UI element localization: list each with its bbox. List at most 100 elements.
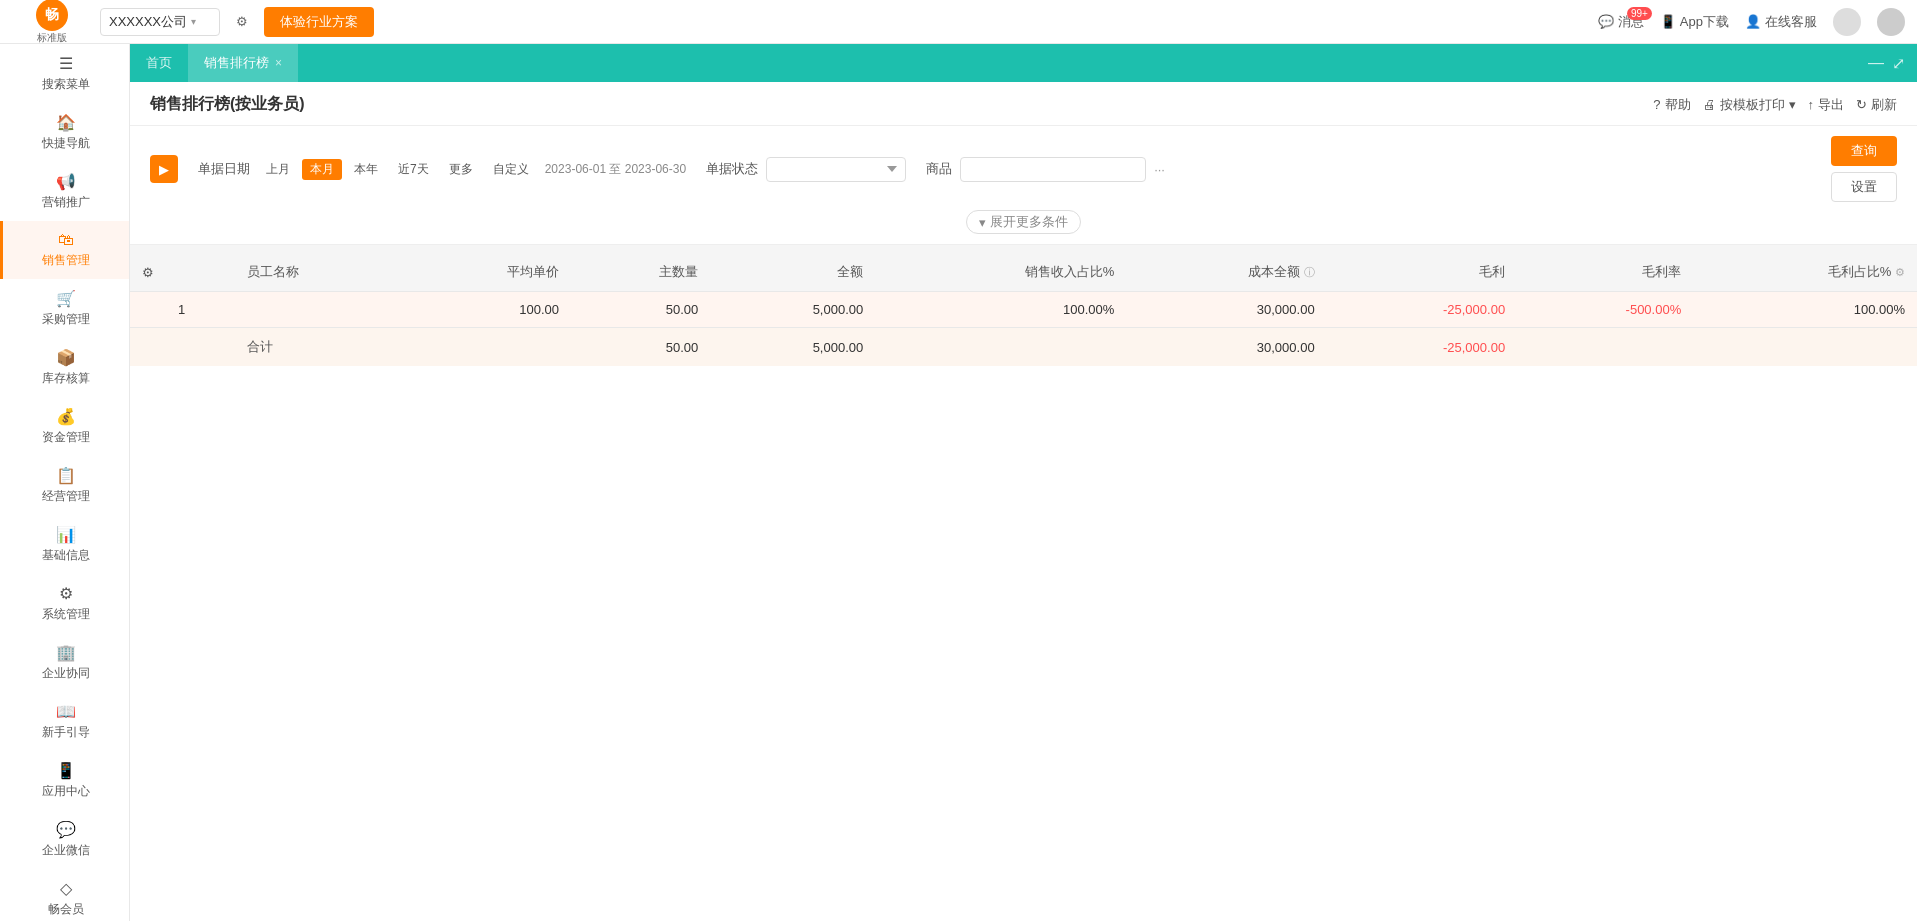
profit-pct-info-icon[interactable]: ⚙ bbox=[1895, 266, 1905, 278]
sidebar-item-sales[interactable]: 🛍 销售管理 bbox=[0, 221, 129, 279]
logo: 畅 标准版 bbox=[12, 0, 92, 45]
company-selector[interactable]: XXXXXX公司 ▾ bbox=[100, 8, 220, 36]
page-title: 销售排行榜(按业务员) bbox=[150, 94, 305, 115]
sidebar-item-label-purchase: 采购管理 bbox=[42, 311, 90, 328]
sidebar-item-finance[interactable]: 💰 资金管理 bbox=[0, 397, 129, 456]
status-select[interactable] bbox=[766, 157, 906, 182]
summary-row: 合计 50.00 5,000.00 30,000.00 -25,000.00 bbox=[130, 328, 1917, 367]
main-layout: ☰ 搜索菜单 🏠 快捷导航 📢 营销推广 🛍 销售管理 🛒 采购管理 📦 库存核… bbox=[0, 44, 1917, 921]
apps-icon: 📱 bbox=[56, 761, 76, 780]
filter-expand-arrow[interactable]: ▶ bbox=[150, 155, 178, 183]
marketing-icon: 📢 bbox=[56, 172, 76, 191]
print-button[interactable]: 🖨 按模板打印 ▾ bbox=[1703, 96, 1796, 114]
sidebar-item-member[interactable]: ◇ 畅会员 bbox=[0, 869, 129, 921]
sidebar-item-marketing[interactable]: 📢 营销推广 bbox=[0, 162, 129, 221]
cell-avg-price: 100.00 bbox=[403, 292, 571, 328]
summary-avg-price bbox=[403, 328, 571, 367]
tab-home[interactable]: 首页 bbox=[130, 44, 188, 82]
tabs-actions: — ⤢ bbox=[1868, 54, 1917, 73]
sidebar-item-basic[interactable]: 📊 基础信息 bbox=[0, 515, 129, 574]
table-section: ⚙ 员工名称 平均单价 主数量 全额 销售收入占比% 成本全额 ⓘ bbox=[130, 253, 1917, 921]
cell-amount: 5,000.00 bbox=[710, 292, 875, 328]
sidebar-item-guide[interactable]: 📖 新手引导 bbox=[0, 692, 129, 751]
date-tab-more[interactable]: 更多 bbox=[441, 159, 481, 180]
summary-label bbox=[166, 328, 235, 367]
expand-more-label: 展开更多条件 bbox=[990, 213, 1068, 231]
sidebar-item-label-finance: 资金管理 bbox=[42, 429, 90, 446]
app-icon: 📱 bbox=[1660, 14, 1676, 29]
tab-home-label: 首页 bbox=[146, 54, 172, 72]
date-tab-this-month[interactable]: 本月 bbox=[302, 159, 342, 180]
sidebar-item-purchase[interactable]: 🛒 采购管理 bbox=[0, 279, 129, 338]
cell-sales-pct: 100.00% bbox=[875, 292, 1126, 328]
app-download-button[interactable]: 📱 App下载 bbox=[1660, 13, 1729, 31]
sidebar-item-label-guide: 新手引导 bbox=[42, 724, 90, 741]
date-tab-custom[interactable]: 自定义 bbox=[485, 159, 537, 180]
avatar2[interactable] bbox=[1877, 8, 1905, 36]
tab-sales-rank[interactable]: 销售排行榜 × bbox=[188, 44, 298, 82]
summary-profit: -25,000.00 bbox=[1327, 328, 1518, 367]
sidebar-item-label-system: 系统管理 bbox=[42, 606, 90, 623]
message-button[interactable]: 💬 消息 99+ bbox=[1598, 13, 1644, 31]
tab-maximize-icon[interactable]: ⤢ bbox=[1892, 54, 1905, 73]
avatar[interactable] bbox=[1833, 8, 1861, 36]
sidebar-item-apps[interactable]: 📱 应用中心 bbox=[0, 751, 129, 810]
date-label: 单据日期 bbox=[198, 160, 250, 178]
cell-cost: 30,000.00 bbox=[1126, 292, 1326, 328]
sidebar-item-ops[interactable]: 📋 经营管理 bbox=[0, 456, 129, 515]
more-link[interactable]: ··· bbox=[1154, 162, 1165, 177]
tab-close-icon[interactable]: × bbox=[275, 56, 282, 70]
top-bar: 畅 标准版 XXXXXX公司 ▾ ⚙ 体验行业方案 💬 消息 99+ 📱 App… bbox=[0, 0, 1917, 44]
sidebar-item-label-basic: 基础信息 bbox=[42, 547, 90, 564]
sidebar-item-wechat[interactable]: 💬 企业微信 bbox=[0, 810, 129, 869]
print-label: 按模板打印 bbox=[1720, 96, 1785, 114]
date-range: 2023-06-01 至 2023-06-30 bbox=[545, 161, 686, 178]
date-tab-this-year[interactable]: 本年 bbox=[346, 159, 386, 180]
sidebar-item-system[interactable]: ⚙ 系统管理 bbox=[0, 574, 129, 633]
filter-goods-group: 商品 ··· bbox=[926, 157, 1165, 182]
export-button[interactable]: ↑ 导出 bbox=[1808, 96, 1845, 114]
date-tab-7days[interactable]: 近7天 bbox=[390, 159, 437, 180]
cost-info-icon[interactable]: ⓘ bbox=[1304, 266, 1315, 278]
summary-cost: 30,000.00 bbox=[1126, 328, 1326, 367]
help-label: 帮助 bbox=[1665, 96, 1691, 114]
th-settings: ⚙ bbox=[130, 253, 166, 292]
th-profit: 毛利 bbox=[1327, 253, 1518, 292]
try-plan-button[interactable]: 体验行业方案 bbox=[264, 7, 374, 37]
service-label: 在线客服 bbox=[1765, 13, 1817, 31]
goods-input[interactable] bbox=[960, 157, 1146, 182]
th-sales-pct: 销售收入占比% bbox=[875, 253, 1126, 292]
sidebar-item-quicknav[interactable]: 🏠 快捷导航 bbox=[0, 103, 129, 162]
tabs-bar: 首页 销售排行榜 × — ⤢ bbox=[130, 44, 1917, 82]
col-settings-icon[interactable]: ⚙ bbox=[142, 265, 154, 280]
tab-minimize-icon[interactable]: — bbox=[1868, 54, 1884, 72]
summary-name: 合计 bbox=[235, 328, 403, 367]
refresh-label: 刷新 bbox=[1871, 96, 1897, 114]
summary-profit-rate bbox=[1517, 328, 1693, 367]
message-icon: 💬 bbox=[1598, 14, 1614, 29]
expand-more-button[interactable]: ▾ 展开更多条件 bbox=[966, 210, 1081, 234]
app-label: App下载 bbox=[1680, 13, 1729, 31]
sidebar-item-inventory[interactable]: 📦 库存核算 bbox=[0, 338, 129, 397]
goods-label: 商品 bbox=[926, 160, 952, 178]
help-button[interactable]: ? 帮助 bbox=[1653, 96, 1690, 114]
sidebar-item-search[interactable]: ☰ 搜索菜单 bbox=[0, 44, 129, 103]
message-badge: 99+ bbox=[1627, 7, 1652, 20]
print-chevron-icon: ▾ bbox=[1789, 97, 1796, 112]
guide-icon: 📖 bbox=[56, 702, 76, 721]
th-amount: 全额 bbox=[710, 253, 875, 292]
sidebar-item-enterprise[interactable]: 🏢 企业协同 bbox=[0, 633, 129, 692]
top-bar-right: 💬 消息 99+ 📱 App下载 👤 在线客服 bbox=[1598, 8, 1905, 36]
date-tab-last-month[interactable]: 上月 bbox=[258, 159, 298, 180]
cell-rank: 1 bbox=[166, 292, 235, 328]
company-settings-icon[interactable]: ⚙ bbox=[228, 8, 256, 36]
page-content: 销售排行榜(按业务员) ? 帮助 🖨 按模板打印 ▾ ↑ bbox=[130, 82, 1917, 921]
online-service-button[interactable]: 👤 在线客服 bbox=[1745, 13, 1817, 31]
settings-button[interactable]: 设置 bbox=[1831, 172, 1897, 202]
query-button[interactable]: 查询 bbox=[1831, 136, 1897, 166]
system-icon: ⚙ bbox=[59, 584, 73, 603]
th-profit-rate: 毛利率 bbox=[1517, 253, 1693, 292]
export-icon: ↑ bbox=[1808, 97, 1815, 112]
refresh-button[interactable]: ↻ 刷新 bbox=[1856, 96, 1897, 114]
logo-subtitle: 标准版 bbox=[37, 31, 67, 45]
